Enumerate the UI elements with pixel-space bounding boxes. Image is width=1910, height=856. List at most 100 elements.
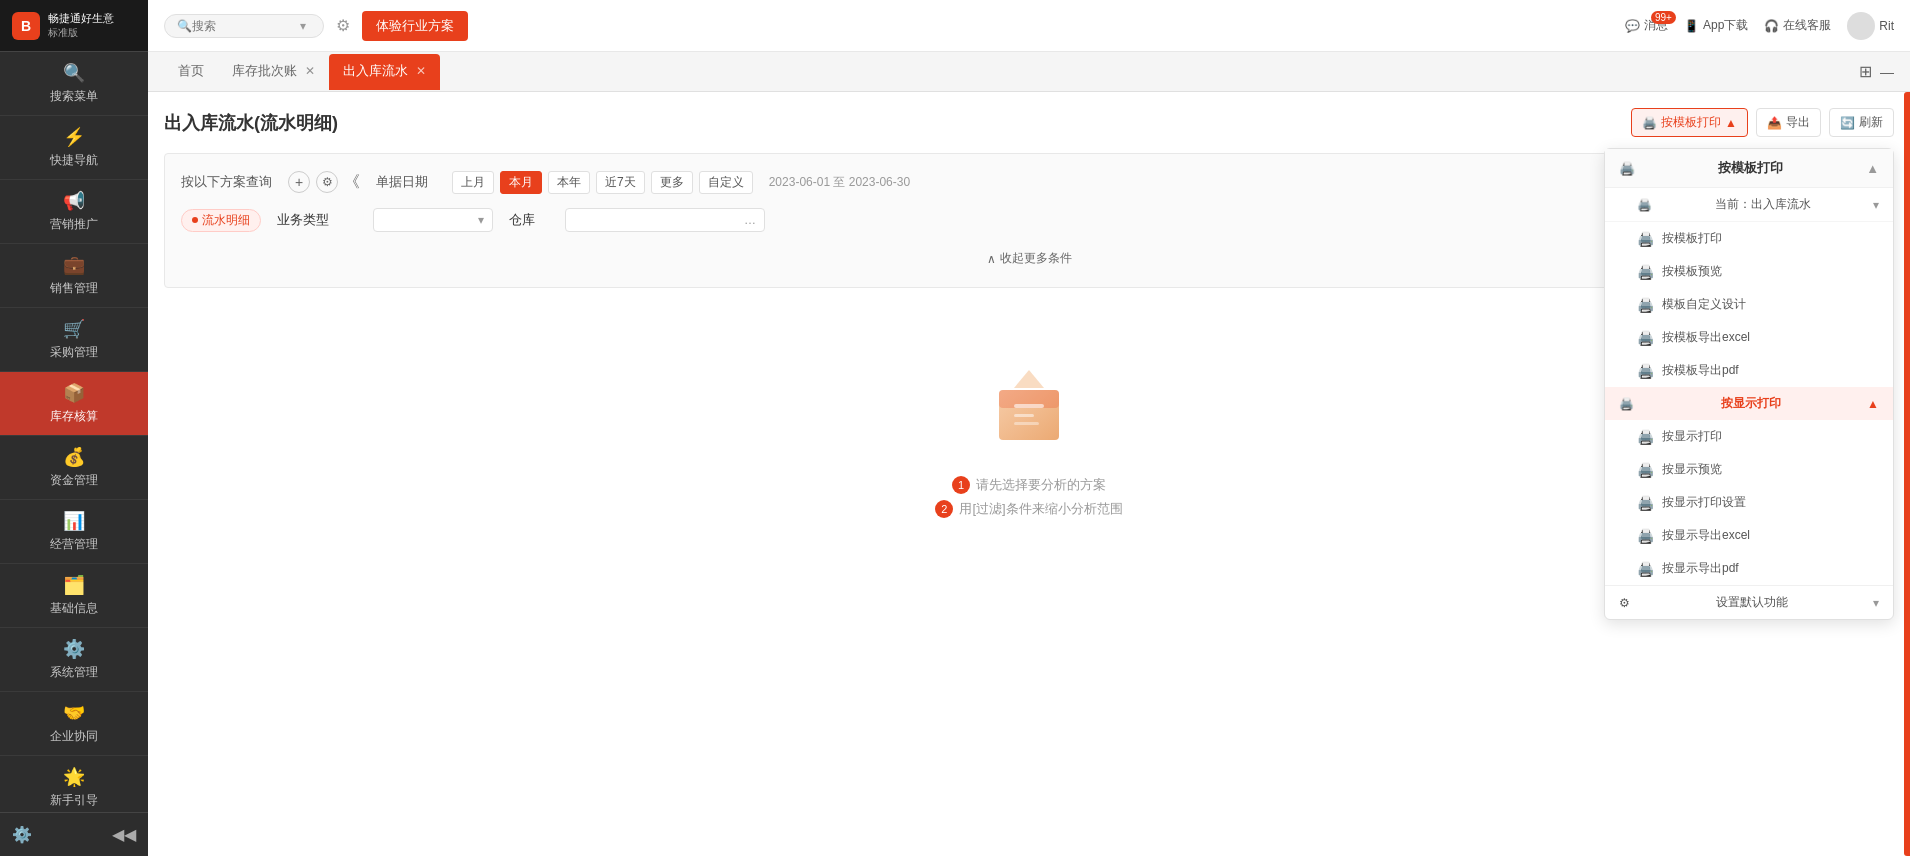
dp-header-arrow-icon[interactable]: ▲ bbox=[1866, 161, 1879, 176]
dp-display-item-settings_display[interactable]: 🖨️按显示打印设置 bbox=[1605, 486, 1893, 519]
tab-batch[interactable]: 库存批次账 ✕ bbox=[218, 54, 329, 90]
tab-expand-icon[interactable]: ⊞ bbox=[1859, 62, 1872, 81]
dp-display-item-print_display[interactable]: 🖨️ 按显示打印 bbox=[1605, 420, 1893, 453]
sidebar-label-sales: 销售管理 bbox=[50, 280, 98, 297]
business-dropdown-arrow-icon: ▾ bbox=[478, 213, 484, 227]
business-type-dropdown[interactable]: ▾ bbox=[373, 208, 493, 232]
dp-template-item-export_pdf_template[interactable]: 🖨️按模板导出pdf bbox=[1605, 354, 1893, 387]
dp-display-icon-print_display: 🖨️ bbox=[1637, 429, 1654, 445]
dp-display-section[interactable]: 🖨️ 按显示打印 ▲ bbox=[1605, 387, 1893, 420]
refresh-btn[interactable]: 🔄 刷新 bbox=[1829, 108, 1894, 137]
sidebar-item-inventory[interactable]: 📦库存核算 bbox=[0, 372, 148, 436]
tab-label-flow: 出入库流水 bbox=[343, 62, 408, 80]
warehouse-dropdown[interactable]: … bbox=[565, 208, 765, 232]
tip-2-num: 2 bbox=[935, 500, 953, 518]
filter-settings-btn[interactable]: ⚙ bbox=[316, 171, 338, 193]
date-btn-more[interactable]: 更多 bbox=[651, 171, 693, 194]
search-chevron-icon[interactable]: ▾ bbox=[300, 19, 306, 33]
sidebar-settings-icon[interactable]: ⚙️ bbox=[12, 825, 32, 844]
export-btn[interactable]: 📤 导出 bbox=[1756, 108, 1821, 137]
app-logo: B 畅捷通好生意 标准版 bbox=[0, 0, 148, 52]
dp-template-item-preview_template[interactable]: 🖨️按模板预览 bbox=[1605, 255, 1893, 288]
dp-template-item-print_template[interactable]: 🖨️按模板打印 bbox=[1605, 222, 1893, 255]
sidebar-label-purchase: 采购管理 bbox=[50, 344, 98, 361]
filter-add-btn[interactable]: + bbox=[288, 171, 310, 193]
sidebar-item-purchase[interactable]: 🛒采购管理 bbox=[0, 308, 148, 372]
print-template-btn[interactable]: 🖨️ 按模板打印 ▲ bbox=[1631, 108, 1748, 137]
dp-footer[interactable]: ⚙ 设置默认功能 ▾ bbox=[1605, 585, 1893, 619]
user-name: Rit bbox=[1879, 19, 1894, 33]
sidebar-nav: 🔍搜索菜单⚡快捷导航📢营销推广💼销售管理🛒采购管理📦库存核算💰资金管理📊经营管理… bbox=[0, 52, 148, 812]
dp-display-section-arrow-icon[interactable]: ▲ bbox=[1867, 397, 1879, 411]
search-input[interactable] bbox=[192, 19, 292, 33]
sidebar-icon-system: ⚙️ bbox=[63, 638, 85, 660]
dp-display-item-export_excel_display[interactable]: 🖨️按显示导出excel bbox=[1605, 519, 1893, 552]
page-header: 出入库流水(流水明细) 🖨️ 按模板打印 ▲ 📤 导出 🔄 刷新 bbox=[164, 108, 1894, 137]
tab-label-home: 首页 bbox=[178, 62, 204, 80]
service-item[interactable]: 🎧 在线客服 bbox=[1764, 17, 1831, 34]
sidebar-item-guide[interactable]: 🌟新手引导 bbox=[0, 756, 148, 812]
dp-display-label-print_display: 按显示打印 bbox=[1662, 428, 1722, 445]
date-btn-last7[interactable]: 近7天 bbox=[596, 171, 645, 194]
filter-collapse-btn[interactable]: 《 bbox=[344, 172, 360, 193]
dp-item-label-export_excel_template: 按模板导出excel bbox=[1662, 329, 1750, 346]
topbar-gear-icon[interactable]: ⚙ bbox=[336, 16, 350, 35]
sidebar-label-system: 系统管理 bbox=[50, 664, 98, 681]
date-btn-custom[interactable]: 自定义 bbox=[699, 171, 753, 194]
business-type-label: 业务类型 bbox=[277, 211, 357, 229]
dp-footer-label: 设置默认功能 bbox=[1716, 594, 1788, 611]
dp-display-icon-export_excel_display: 🖨️ bbox=[1637, 528, 1654, 544]
topbar-search-box[interactable]: 🔍 ▾ bbox=[164, 14, 324, 38]
sidebar-item-system[interactable]: ⚙️ 系统管理 bbox=[0, 628, 148, 692]
dp-display-item-export_pdf_display[interactable]: 🖨️按显示导出pdf bbox=[1605, 552, 1893, 585]
message-item[interactable]: 💬 消息 99+ bbox=[1625, 17, 1668, 34]
dp-display-icon-export_pdf_display: 🖨️ bbox=[1637, 561, 1654, 577]
dp-item-label-export_pdf_template: 按模板导出pdf bbox=[1662, 362, 1739, 379]
user-avatar-item[interactable]: Rit bbox=[1847, 12, 1894, 40]
sidebar-item-sales[interactable]: 💼销售管理 bbox=[0, 244, 148, 308]
warehouse-dropdown-arrow-icon: … bbox=[744, 213, 756, 227]
filter-tag-dot bbox=[192, 217, 198, 223]
empty-tip-2: 2 用[过滤]条件来缩小分析范围 bbox=[935, 500, 1122, 518]
tab-home[interactable]: 首页 bbox=[164, 54, 218, 90]
sidebar-item-collab[interactable]: 🤝企业协同 bbox=[0, 692, 148, 756]
avatar bbox=[1847, 12, 1875, 40]
sidebar-icon-inventory: 📦 bbox=[63, 382, 85, 404]
dp-item-label-preview_template: 按模板预览 bbox=[1662, 263, 1722, 280]
sidebar-item-search[interactable]: 🔍搜索菜单 bbox=[0, 52, 148, 116]
sidebar-item-marketing[interactable]: 📢营销推广 bbox=[0, 180, 148, 244]
dp-current-arrow-icon[interactable]: ▾ bbox=[1873, 198, 1879, 212]
tab-collapse-icon[interactable]: — bbox=[1880, 64, 1894, 80]
dp-template-item-customize_template[interactable]: 🖨️模板自定义设计 bbox=[1605, 288, 1893, 321]
sidebar-item-operations[interactable]: 📊经营管理 bbox=[0, 500, 148, 564]
industry-btn[interactable]: 体验行业方案 bbox=[362, 11, 468, 41]
date-btn-prev_month[interactable]: 上月 bbox=[452, 171, 494, 194]
sidebar-item-basic[interactable]: 🗂️基础信息 bbox=[0, 564, 148, 628]
sidebar-collapse-icon[interactable]: ◀◀ bbox=[112, 825, 136, 844]
sidebar-item-quicknav[interactable]: ⚡快捷导航 bbox=[0, 116, 148, 180]
tip-2-text: 用[过滤]条件来缩小分析范围 bbox=[959, 500, 1122, 518]
refresh-icon: 🔄 bbox=[1840, 116, 1855, 130]
app-download-item[interactable]: 📱 App下载 bbox=[1684, 17, 1748, 34]
dp-display-icon-settings_display: 🖨️ bbox=[1637, 495, 1654, 511]
dp-display-section-label: 按显示打印 bbox=[1721, 395, 1781, 412]
date-btn-this_year[interactable]: 本年 bbox=[548, 171, 590, 194]
tab-flow[interactable]: 出入库流水 ✕ bbox=[329, 54, 440, 90]
date-label: 单据日期 bbox=[376, 173, 436, 191]
dp-display-item-preview_display[interactable]: 🖨️按显示预览 bbox=[1605, 453, 1893, 486]
svg-rect-3 bbox=[1014, 414, 1034, 417]
sidebar-item-finance[interactable]: 💰资金管理 bbox=[0, 436, 148, 500]
tab-close-batch[interactable]: ✕ bbox=[305, 64, 315, 78]
dp-current[interactable]: 🖨️ 当前：出入库流水 ▾ bbox=[1605, 188, 1893, 222]
sidebar-icon-finance: 💰 bbox=[63, 446, 85, 468]
dp-footer-arrow-icon[interactable]: ▾ bbox=[1873, 596, 1879, 610]
date-btn-this_month[interactable]: 本月 bbox=[500, 171, 542, 194]
sidebar: B 畅捷通好生意 标准版 🔍搜索菜单⚡快捷导航📢营销推广💼销售管理🛒采购管理📦库… bbox=[0, 0, 148, 856]
filter-tag: 流水明细 bbox=[181, 209, 261, 232]
tab-close-flow[interactable]: ✕ bbox=[416, 64, 426, 78]
tab-label-batch: 库存批次账 bbox=[232, 62, 297, 80]
dp-template-item-export_excel_template[interactable]: 🖨️按模板导出excel bbox=[1605, 321, 1893, 354]
empty-tip-1: 1 请先选择要分析的方案 bbox=[952, 476, 1106, 494]
tabs-bar: 首页 库存批次账 ✕ 出入库流水 ✕ ⊞ — bbox=[148, 52, 1910, 92]
sidebar-icon-operations: 📊 bbox=[63, 510, 85, 532]
